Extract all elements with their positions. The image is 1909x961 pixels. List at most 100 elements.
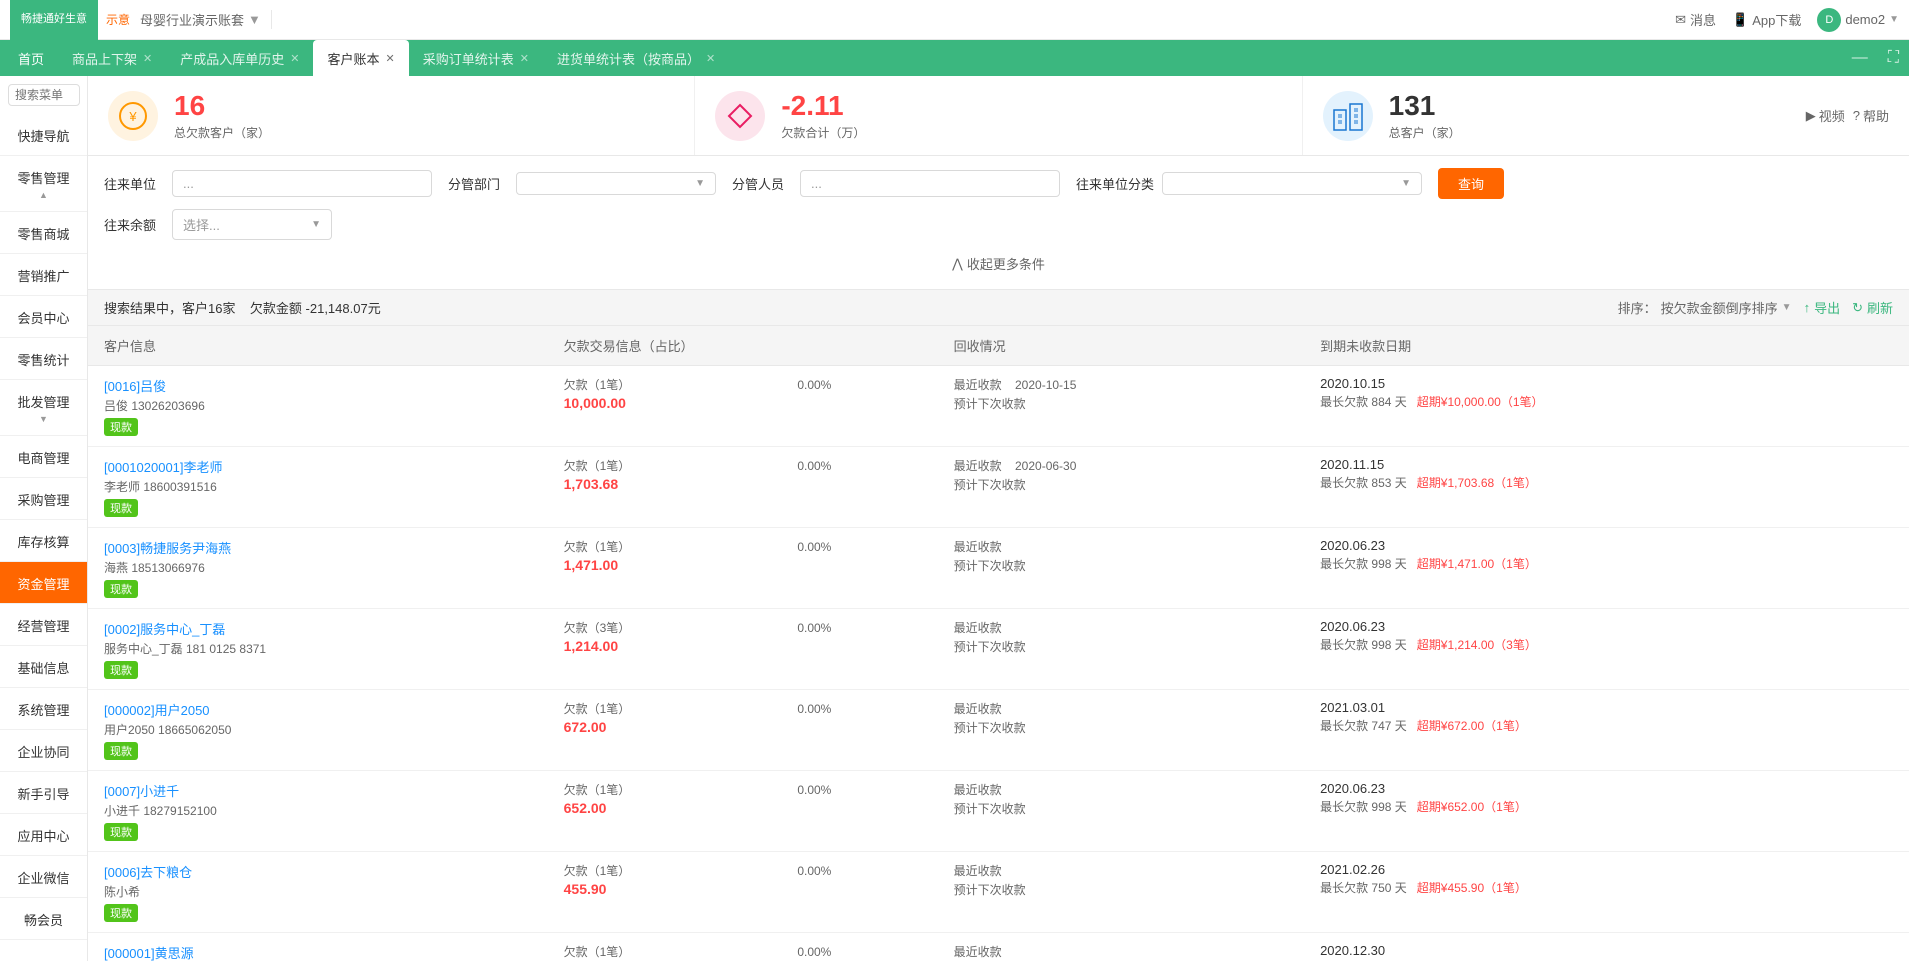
sidebar-item-system[interactable]: 系统管理 (0, 688, 87, 730)
cell-debt-percent: 0.00% (781, 609, 937, 690)
video-action[interactable]: ▶视频 (1806, 106, 1845, 125)
sidebar-item-inventory[interactable]: 库存核算 (0, 520, 87, 562)
sort-select[interactable]: 排序： 按欠款金额倒序排序 ▼ (1618, 298, 1792, 317)
overdue-date: 2021.02.26 (1320, 862, 1893, 877)
debt-count: 欠款（1笔） (564, 457, 766, 474)
sidebar-item-capital[interactable]: 资金管理 (0, 562, 87, 604)
industry-selector[interactable]: 母婴行业演示账套 ▼ (130, 10, 272, 29)
app-download-button[interactable]: 📱 App下载 (1732, 10, 1801, 29)
customer-name-link[interactable]: [0007]小进千 (104, 781, 532, 800)
tab-purchase-order-close[interactable]: ✕ (520, 52, 529, 65)
table-row: [0006]去下粮仓 陈小希 现款 欠款（1笔） 455.90 0.00% 最近… (88, 852, 1909, 933)
customer-tag: 现款 (104, 742, 138, 760)
customer-name-link[interactable]: [000001]黄思源 (104, 943, 532, 961)
customer-phone: 李老师 18600391516 (104, 478, 532, 495)
overdue-link[interactable]: 超期¥652.00（1笔） (1417, 800, 1527, 814)
recovery-next: 预计下次收款 (954, 881, 1288, 898)
sidebar-item-app-center[interactable]: 应用中心 (0, 814, 87, 856)
debt-percent: 0.00% (797, 945, 921, 959)
collapse-filters-button[interactable]: ⋀ 收起更多条件 (104, 250, 1893, 277)
sidebar-item-enterprise-wechat[interactable]: 企业微信 (0, 856, 87, 898)
tab-customer-account-close[interactable]: ✕ (386, 52, 395, 65)
refresh-button[interactable]: ↻ 刷新 (1852, 298, 1893, 317)
help-action[interactable]: ?帮助 (1853, 106, 1889, 125)
debt-customers-label: 总欠款客户（家） (174, 124, 270, 141)
sidebar-item-basic-info[interactable]: 基础信息 (0, 646, 87, 688)
sidebar-item-marketing[interactable]: 营销推广 (0, 254, 87, 296)
search-input[interactable] (8, 84, 80, 106)
col-customer-info: 客户信息 (88, 326, 548, 366)
overdue-link[interactable]: 超期¥1,214.00（3笔） (1417, 638, 1537, 652)
overdue-link[interactable]: 超期¥1,471.00（1笔） (1417, 557, 1537, 571)
recovery-next: 预计下次收款 (954, 395, 1288, 412)
tab-purchase-stats-close[interactable]: ✕ (706, 52, 715, 65)
recovery-last: 最近收款 (954, 538, 1288, 555)
customer-name-link[interactable]: [0003]畅捷服务尹海燕 (104, 538, 532, 557)
table-row: [0002]服务中心_丁磊 服务中心_丁磊 181 0125 8371 现款 欠… (88, 609, 1909, 690)
tab-products[interactable]: 商品上下架 ✕ (58, 40, 166, 76)
customer-name-link[interactable]: [0016]吕俊 (104, 376, 532, 395)
cell-overdue: 2020.06.23 最长欠款 998 天 超期¥1,471.00（1笔） (1304, 528, 1909, 609)
sidebar-item-pro-member[interactable]: 畅会员 (0, 898, 87, 940)
tab-home[interactable]: 首页 (4, 40, 58, 76)
debt-amount: 1,214.00 (564, 638, 766, 654)
tab-purchase-order[interactable]: 采购订单统计表 ✕ (409, 40, 543, 76)
branch-dept-select[interactable]: ▼ (516, 172, 716, 195)
debt-count: 欠款（1笔） (564, 781, 766, 798)
customer-name-link[interactable]: [0006]去下粮仓 (104, 862, 532, 881)
debt-amount: 1,471.00 (564, 557, 766, 573)
balance-select[interactable]: 选择... ▼ (172, 209, 332, 240)
total-customers-label: 总客户（家） (1389, 124, 1461, 141)
overdue-link[interactable]: 超期¥10,000.00（1笔） (1417, 395, 1544, 409)
sidebar-item-retail-mall[interactable]: 零售商城 (0, 212, 87, 254)
overdue-link[interactable]: 超期¥455.90（1笔） (1417, 881, 1527, 895)
tab-products-close[interactable]: ✕ (143, 52, 152, 65)
overdue-days: 最长欠款 998 天 超期¥1,214.00（3笔） (1320, 636, 1893, 653)
user-profile[interactable]: D demo2 ▼ (1817, 8, 1899, 32)
export-button[interactable]: ↑ 导出 (1804, 298, 1841, 317)
table-row: [0016]吕俊 吕俊 13026203696 现款 欠款（1笔） 10,000… (88, 366, 1909, 447)
overdue-date: 2020.11.15 (1320, 457, 1893, 472)
nav-maximize[interactable]: ⛶ (1882, 49, 1905, 67)
recovery-last: 最近收款 2020-06-30 (954, 457, 1288, 474)
cell-recovery: 最近收款 预计下次收款 (938, 771, 1304, 852)
sidebar-item-retail-stats[interactable]: 零售统计 (0, 338, 87, 380)
sidebar-item-retail-mgmt[interactable]: 零售管理 ▲ (0, 156, 87, 212)
sidebar-item-ecommerce[interactable]: 电商管理 (0, 436, 87, 478)
debt-count: 欠款（3笔） (564, 619, 766, 636)
recovery-last: 最近收款 (954, 700, 1288, 717)
unit-category-select[interactable]: ▼ (1162, 172, 1422, 195)
cell-debt-count: 欠款（1笔） 672.00 (548, 690, 782, 771)
branch-person-input[interactable]: ... (800, 170, 1060, 197)
source-unit-input[interactable]: ... (172, 170, 432, 197)
sidebar-item-ops[interactable]: 经营管理 (0, 604, 87, 646)
overdue-link[interactable]: 超期¥672.00（1笔） (1417, 719, 1527, 733)
debt-amount-number: -2.11 (781, 90, 865, 122)
stats-bar: ¥ 16 总欠款客户（家） -2.11 欠款合计（万） (88, 76, 1909, 156)
cell-debt-count: 欠款（1笔） 429.00 (548, 933, 782, 961)
customer-name-link[interactable]: [000002]用户2050 (104, 700, 532, 719)
tab-production-close[interactable]: ✕ (290, 52, 299, 65)
nav-minimize[interactable]: — (1846, 49, 1874, 67)
tab-production[interactable]: 产成品入库单历史 ✕ (166, 40, 313, 76)
sidebar-item-member[interactable]: 会员中心 (0, 296, 87, 338)
sidebar-item-batch-mgmt[interactable]: 批发管理 ▼ (0, 380, 87, 436)
customer-phone: 服务中心_丁磊 181 0125 8371 (104, 640, 532, 657)
overdue-link[interactable]: 超期¥1,703.68（1笔） (1417, 476, 1537, 490)
customer-name-link[interactable]: [0002]服务中心_丁磊 (104, 619, 532, 638)
sidebar-item-purchase[interactable]: 采购管理 (0, 478, 87, 520)
body-area: 快捷导航 零售管理 ▲ 零售商城 营销推广 会员中心 零售统计 批发管理 ▼ (0, 76, 1909, 961)
recovery-last: 最近收款 (954, 862, 1288, 879)
customer-name-link[interactable]: [0001020001]李老师 (104, 457, 532, 476)
sidebar-item-new-guide[interactable]: 新手引导 (0, 772, 87, 814)
customer-phone: 海燕 18513066976 (104, 559, 532, 576)
tab-purchase-stats[interactable]: 进货单统计表（按商品） ✕ (543, 40, 729, 76)
cell-customer-info: [0003]畅捷服务尹海燕 海燕 18513066976 现款 (88, 528, 548, 609)
debt-percent: 0.00% (797, 783, 921, 797)
debt-count: 欠款（1笔） (564, 376, 766, 393)
tab-customer-account[interactable]: 客户账本 ✕ (313, 40, 408, 76)
recovery-next: 预计下次收款 (954, 557, 1288, 574)
query-button[interactable]: 查询 (1438, 168, 1504, 199)
sidebar-item-enterprise-coop[interactable]: 企业协同 (0, 730, 87, 772)
message-button[interactable]: ✉ 消息 (1675, 10, 1716, 29)
